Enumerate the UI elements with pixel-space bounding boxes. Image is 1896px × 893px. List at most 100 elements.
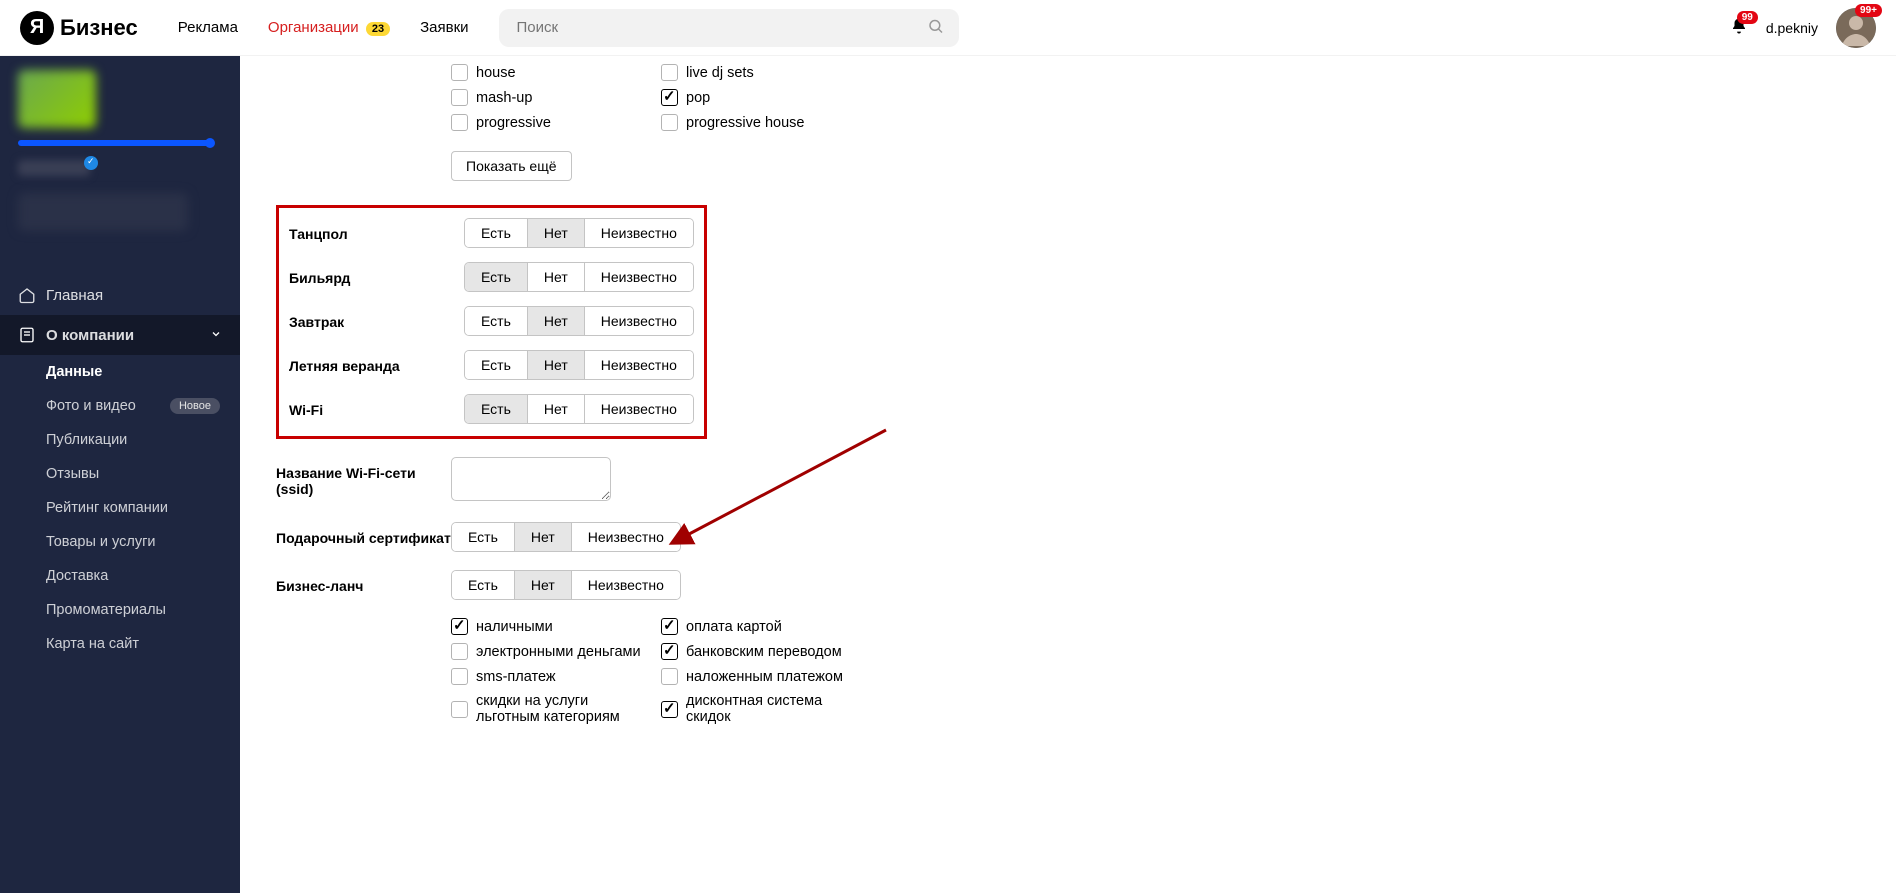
bell-badge: 99 <box>1737 11 1758 24</box>
segmented-control: ЕстьНетНеизвестно <box>464 218 694 248</box>
checkbox[interactable]: pop <box>661 89 851 106</box>
checkbox[interactable]: progressive house <box>661 114 851 131</box>
checkbox-label: house <box>476 65 516 81</box>
nav-orgs-label: Организации <box>268 19 359 36</box>
seg-option-no[interactable]: Нет <box>527 307 584 335</box>
sidebar-item-label: Промоматериалы <box>46 602 166 618</box>
sidebar-sub-delivery[interactable]: Доставка <box>14 559 240 593</box>
show-more-button[interactable]: Показать ещё <box>451 151 572 181</box>
checkbox-label: sms-платеж <box>476 669 556 685</box>
new-badge: Новое <box>170 398 220 414</box>
sidebar-sub-data[interactable]: Данные <box>14 355 240 389</box>
checkbox[interactable]: live dj sets <box>661 64 851 81</box>
field-label-dancefloor: Танцпол <box>289 218 464 242</box>
avatar-button[interactable]: 99+ <box>1836 8 1876 48</box>
sidebar-sub-reviews[interactable]: Отзывы <box>14 457 240 491</box>
checkbox[interactable]: оплата картой <box>661 618 851 635</box>
nav-requests[interactable]: Заявки <box>420 19 468 36</box>
seg-option-yes[interactable]: Есть <box>465 263 527 291</box>
logo-mark: Я <box>20 11 54 45</box>
nav-ads[interactable]: Реклама <box>178 19 238 36</box>
seg-option-no[interactable]: Нет <box>527 219 584 247</box>
seg-option-no[interactable]: Нет <box>527 263 584 291</box>
checkbox-box-icon <box>661 668 678 685</box>
seg-option-unknown[interactable]: Неизвестно <box>584 219 693 247</box>
checkbox-box-icon <box>451 618 468 635</box>
checkbox-box-icon <box>661 64 678 81</box>
ssid-input[interactable] <box>451 457 611 501</box>
main-content: house mash-up progressive live dj sets pop pr… <box>240 46 1896 893</box>
seg-option-unknown[interactable]: Неизвестно <box>584 263 693 291</box>
seg-option-yes[interactable]: Есть <box>452 523 514 551</box>
checkbox-box-icon <box>451 89 468 106</box>
seg-option-yes[interactable]: Есть <box>452 571 514 599</box>
checkbox[interactable]: sms-платеж <box>451 668 641 685</box>
seg-option-yes[interactable]: Есть <box>465 307 527 335</box>
checkbox-label: банковским переводом <box>686 644 842 660</box>
sidebar-sub-media[interactable]: Фото и видео Новое <box>14 389 240 423</box>
seg-option-no[interactable]: Нет <box>514 571 571 599</box>
checkbox-label: наличными <box>476 619 553 635</box>
seg-option-unknown[interactable]: Неизвестно <box>584 307 693 335</box>
seg-option-yes[interactable]: Есть <box>465 219 527 247</box>
checkbox-label: скидки на услуги льготным категориям <box>476 693 641 725</box>
checkbox[interactable]: скидки на услуги льготным категориям <box>451 693 641 725</box>
seg-option-unknown[interactable]: Неизвестно <box>571 571 680 599</box>
checkbox-label: электронными деньгами <box>476 644 641 660</box>
checkbox-label: progressive house <box>686 115 805 131</box>
checkbox-box-icon <box>661 643 678 660</box>
org-thumbnail[interactable] <box>18 70 96 128</box>
seg-option-no[interactable]: Нет <box>527 395 584 423</box>
sidebar-item-label: Данные <box>46 364 102 380</box>
search-box <box>499 9 959 47</box>
username[interactable]: d.pekniy <box>1766 20 1818 36</box>
field-label-ssid: Название Wi-Fi-сети (ssid) <box>276 457 451 497</box>
checkbox-box-icon <box>661 89 678 106</box>
sidebar-submenu: Данные Фото и видео Новое Публикации Отз… <box>0 355 240 661</box>
seg-option-no[interactable]: Нет <box>514 523 571 551</box>
field-label-veranda: Летняя веранда <box>289 350 464 374</box>
checkbox[interactable]: mash-up <box>451 89 641 106</box>
checkbox-box-icon <box>451 701 468 718</box>
field-label-gift: Подарочный сертификат <box>276 522 451 546</box>
checkbox-box-icon <box>451 114 468 131</box>
checkbox-label: live dj sets <box>686 65 754 81</box>
logo[interactable]: Я Бизнес <box>20 11 138 45</box>
verified-badge-icon <box>84 156 98 170</box>
logo-text: Бизнес <box>60 15 138 41</box>
completion-progress <box>18 140 212 146</box>
sidebar-sub-goods[interactable]: Товары и услуги <box>14 525 240 559</box>
sidebar-sub-map[interactable]: Карта на сайт <box>14 627 240 661</box>
checkbox-box-icon <box>661 701 678 718</box>
checkbox[interactable]: наличными <box>451 618 641 635</box>
checkbox[interactable]: электронными деньгами <box>451 643 641 660</box>
sidebar-item-label: Публикации <box>46 432 127 448</box>
sidebar-item-about[interactable]: О компании <box>0 315 240 355</box>
checkbox-label: дисконтная система скидок <box>686 693 851 725</box>
sidebar-sub-rating[interactable]: Рейтинг компании <box>14 491 240 525</box>
sidebar-item-home[interactable]: Главная <box>0 275 240 315</box>
seg-option-unknown[interactable]: Неизвестно <box>571 523 680 551</box>
notifications-button[interactable]: 99 <box>1730 17 1748 38</box>
checkbox-label: mash-up <box>476 90 532 106</box>
sidebar-sub-promo[interactable]: Промоматериалы <box>14 593 240 627</box>
seg-option-yes[interactable]: Есть <box>465 395 527 423</box>
checkbox[interactable]: банковским переводом <box>661 643 851 660</box>
sidebar: Главная О компании Данные Фото и видео Н… <box>0 56 240 893</box>
checkbox[interactable]: наложенным платежом <box>661 668 851 685</box>
checkbox[interactable]: house <box>451 64 641 81</box>
nav-orgs[interactable]: Организации 23 <box>268 19 390 36</box>
checkbox[interactable]: дисконтная система скидок <box>661 693 851 725</box>
sidebar-sub-posts[interactable]: Публикации <box>14 423 240 457</box>
seg-option-yes[interactable]: Есть <box>465 351 527 379</box>
checkbox[interactable]: progressive <box>451 114 641 131</box>
segmented-control: ЕстьНетНеизвестно <box>451 522 681 552</box>
search-input[interactable] <box>499 9 959 47</box>
sidebar-item-label: Отзывы <box>46 466 99 482</box>
seg-option-unknown[interactable]: Неизвестно <box>584 351 693 379</box>
checkbox-box-icon <box>661 618 678 635</box>
sidebar-item-label: Рейтинг компании <box>46 500 168 516</box>
seg-option-unknown[interactable]: Неизвестно <box>584 395 693 423</box>
seg-option-no[interactable]: Нет <box>527 351 584 379</box>
checkbox-box-icon <box>451 643 468 660</box>
